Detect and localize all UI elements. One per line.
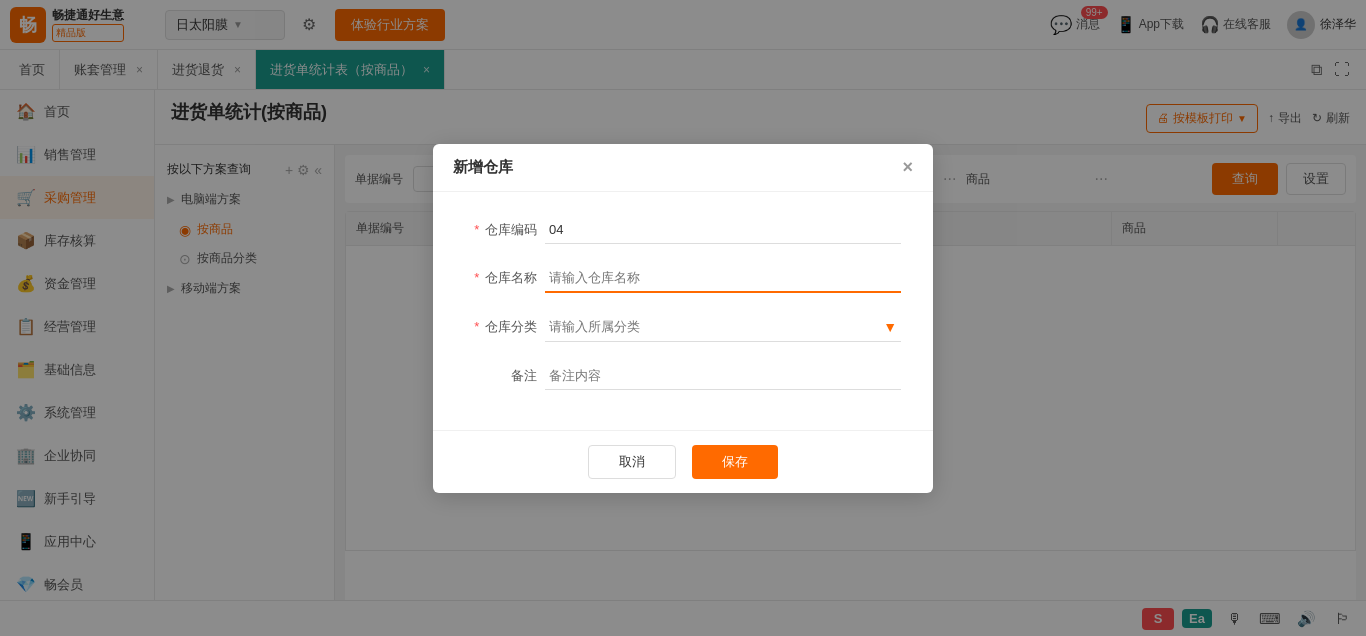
warehouse-category-select[interactable]: ▼ xyxy=(545,313,901,342)
remark-row: 备注 xyxy=(465,362,901,390)
warehouse-name-label: * 仓库名称 xyxy=(465,269,545,287)
warehouse-name-input[interactable] xyxy=(545,264,901,293)
warehouse-code-label: * 仓库编码 xyxy=(465,221,545,239)
new-warehouse-dialog: 新增仓库 × * 仓库编码 * 仓库名称 xyxy=(433,144,933,493)
warehouse-category-row: * 仓库分类 ▼ xyxy=(465,313,901,342)
warehouse-category-arrow-icon[interactable]: ▼ xyxy=(883,319,897,335)
warehouse-category-req-icon: * xyxy=(474,319,479,334)
remark-input[interactable] xyxy=(545,362,901,390)
dialog-footer: 取消 保存 xyxy=(433,430,933,493)
warehouse-category-input[interactable] xyxy=(549,319,883,334)
dialog-close-icon[interactable]: × xyxy=(902,158,913,176)
warehouse-name-row: * 仓库名称 xyxy=(465,264,901,293)
dialog-body: * 仓库编码 * 仓库名称 * 仓库分类 xyxy=(433,192,933,430)
cancel-button[interactable]: 取消 xyxy=(588,445,676,479)
warehouse-category-label: * 仓库分类 xyxy=(465,318,545,336)
modal-overlay: 新增仓库 × * 仓库编码 * 仓库名称 xyxy=(0,0,1366,636)
dialog-title: 新增仓库 xyxy=(453,158,513,177)
dialog-header: 新增仓库 × xyxy=(433,144,933,192)
warehouse-code-row: * 仓库编码 xyxy=(465,216,901,244)
warehouse-code-input[interactable] xyxy=(545,216,901,244)
warehouse-name-req-icon: * xyxy=(474,270,479,285)
save-button[interactable]: 保存 xyxy=(692,445,778,479)
remark-label: 备注 xyxy=(465,367,545,385)
warehouse-code-req-icon: * xyxy=(474,222,479,237)
